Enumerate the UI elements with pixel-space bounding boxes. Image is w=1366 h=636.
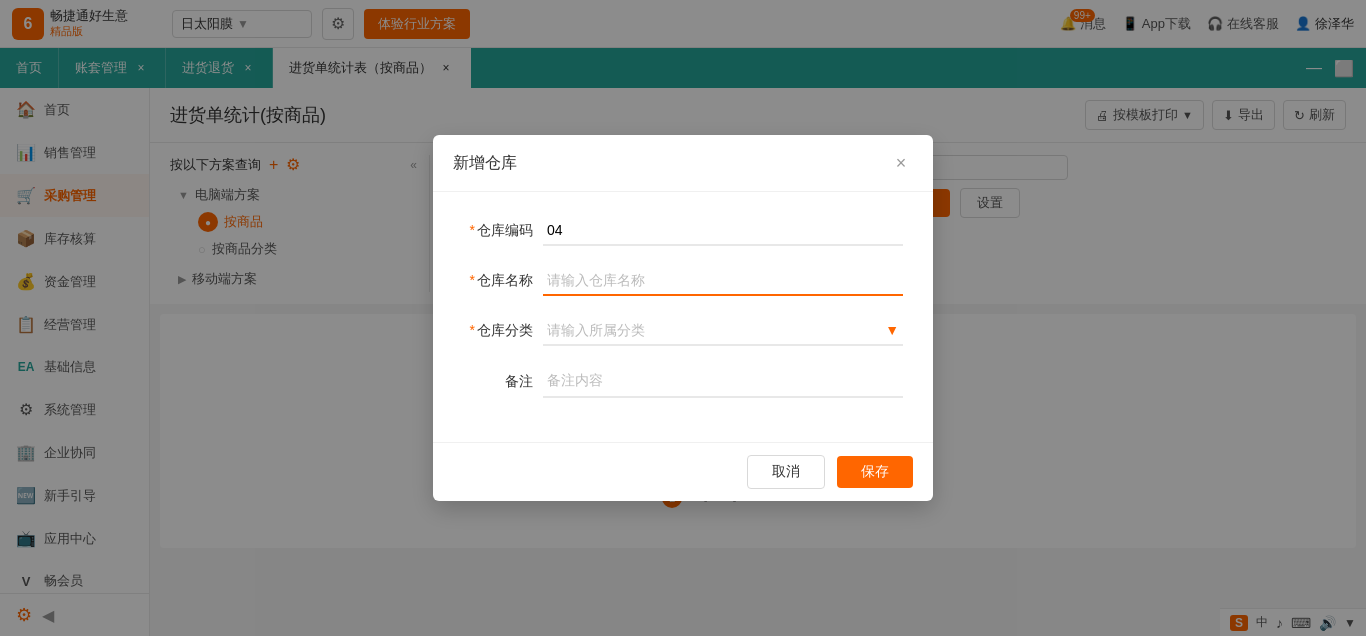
modal-header: 新增仓库 × bbox=[433, 135, 933, 192]
form-row-code: 仓库编码 bbox=[463, 216, 903, 246]
form-row-notes: 备注 bbox=[463, 366, 903, 398]
modal-body: 仓库编码 仓库名称 仓库分类 ▼ 备注 bbox=[433, 192, 933, 442]
save-button[interactable]: 保存 bbox=[837, 456, 913, 488]
name-input[interactable] bbox=[543, 266, 903, 296]
notes-input[interactable] bbox=[543, 366, 903, 398]
code-label: 仓库编码 bbox=[463, 222, 543, 240]
code-input[interactable] bbox=[543, 216, 903, 246]
category-select-wrap[interactable]: ▼ bbox=[543, 316, 903, 346]
category-label: 仓库分类 bbox=[463, 322, 543, 340]
category-input[interactable] bbox=[547, 322, 885, 338]
modal-close-button[interactable]: × bbox=[889, 151, 913, 175]
name-label: 仓库名称 bbox=[463, 272, 543, 290]
modal-title: 新增仓库 bbox=[453, 153, 517, 174]
modal-overlay[interactable]: 新增仓库 × 仓库编码 仓库名称 仓库分类 ▼ bbox=[0, 0, 1366, 636]
modal-footer: 取消 保存 bbox=[433, 442, 933, 501]
form-row-name: 仓库名称 bbox=[463, 266, 903, 296]
form-row-category: 仓库分类 ▼ bbox=[463, 316, 903, 346]
category-dropdown-arrow: ▼ bbox=[885, 322, 899, 338]
cancel-button[interactable]: 取消 bbox=[747, 455, 825, 489]
notes-label: 备注 bbox=[463, 373, 543, 391]
add-warehouse-modal: 新增仓库 × 仓库编码 仓库名称 仓库分类 ▼ bbox=[433, 135, 933, 501]
